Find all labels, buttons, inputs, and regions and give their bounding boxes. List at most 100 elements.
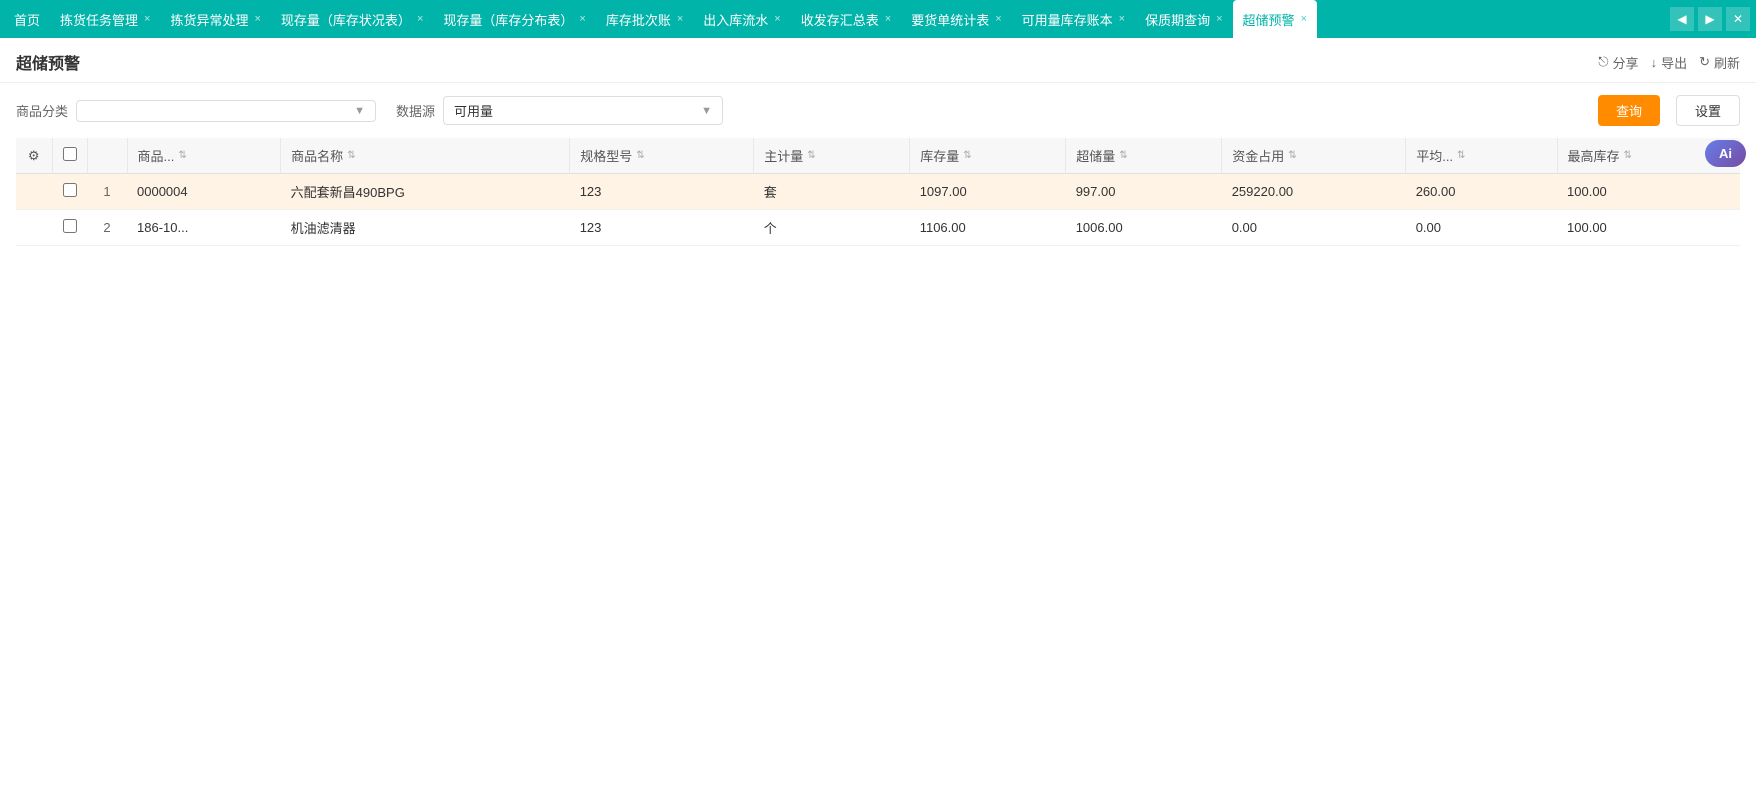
- page-title: 超储预警: [16, 50, 80, 74]
- query-button[interactable]: 查询: [1598, 95, 1660, 126]
- share-icon: ⎋: [1598, 54, 1608, 70]
- nav-item-inventory-dist[interactable]: 现存量（库存分布表） ×: [433, 0, 595, 38]
- nav-item-available[interactable]: 可用量库存账本 ×: [1012, 0, 1135, 38]
- data-source-select[interactable]: 可用量 ▼: [443, 96, 723, 125]
- product-category-label: 商品分类: [16, 101, 68, 120]
- table-container: ⚙ 商品... ⇅ 商品名称: [0, 138, 1756, 246]
- sort-icon-capital[interactable]: ⇅: [1288, 151, 1296, 161]
- nav-item-recv-summary[interactable]: 收发存汇总表 ×: [791, 0, 901, 38]
- ai-button[interactable]: Ai: [1705, 140, 1746, 167]
- share-button[interactable]: ⎋ 分享: [1598, 53, 1638, 72]
- data-source-value: 可用量: [454, 101, 493, 120]
- row-num: 1: [87, 174, 127, 210]
- nav-item-inventory-status[interactable]: 现存量（库存状况表） ×: [271, 0, 433, 38]
- nav-item-batch[interactable]: 库存批次账 ×: [596, 0, 693, 38]
- nav-close-all-btn[interactable]: ✕: [1726, 7, 1750, 31]
- page-content: 超储预警 ⎋ 分享 ↓ 导出 ↻ 刷新 商品分类 ▼ 数据源: [0, 38, 1756, 800]
- data-source-label: 数据源: [396, 101, 435, 120]
- row-overstock: 997.00: [1066, 174, 1222, 210]
- page-header: 超储预警 ⎋ 分享 ↓ 导出 ↻ 刷新: [0, 38, 1756, 83]
- col-overstock: 超储量 ⇅: [1066, 138, 1222, 174]
- row-settings-cell: [16, 174, 52, 210]
- row-max-inventory: 100.00: [1557, 210, 1740, 246]
- nav-item-order-stat[interactable]: 要货单统计表 ×: [901, 0, 1011, 38]
- export-button[interactable]: ↓ 导出: [1651, 53, 1688, 72]
- nav-prev-btn[interactable]: ◀: [1670, 7, 1694, 31]
- select-all-checkbox[interactable]: [63, 147, 77, 161]
- row-checkbox-0[interactable]: [63, 183, 77, 197]
- row-average: 260.00: [1406, 174, 1557, 210]
- col-inventory: 库存量 ⇅: [910, 138, 1066, 174]
- sort-icon-unit[interactable]: ⇅: [807, 151, 815, 161]
- row-capital: 259220.00: [1222, 174, 1406, 210]
- row-spec: 123: [570, 174, 754, 210]
- nav-arrows: ◀ ▶ ✕: [1668, 7, 1752, 31]
- table-row: 1 0000004 六配套新昌490BPG 123 套 1097.00 997.…: [16, 174, 1740, 210]
- nav-item-overstock[interactable]: 超储预警 ×: [1233, 0, 1317, 38]
- close-inventory-status[interactable]: ×: [417, 13, 423, 25]
- close-task-mgmt[interactable]: ×: [144, 13, 150, 25]
- header-actions: ⎋ 分享 ↓ 导出 ↻ 刷新: [1598, 53, 1740, 72]
- top-navigation: 首页 拣货任务管理 × 拣货异常处理 × 现存量（库存状况表） × 现存量（库存…: [0, 0, 1756, 38]
- close-inventory-dist[interactable]: ×: [579, 13, 585, 25]
- row-overstock: 1006.00: [1066, 210, 1222, 246]
- col-average: 平均... ⇅: [1406, 138, 1557, 174]
- sort-icon-average[interactable]: ⇅: [1457, 151, 1465, 161]
- row-product-name: 六配套新昌490BPG: [281, 174, 570, 210]
- col-checkbox: [52, 138, 87, 174]
- product-category-filter: 商品分类 ▼: [16, 100, 376, 122]
- close-overstock[interactable]: ×: [1301, 13, 1307, 25]
- row-product-code: 0000004: [127, 174, 281, 210]
- sort-icon-spec[interactable]: ⇅: [636, 151, 644, 161]
- table-header-row: ⚙ 商品... ⇅ 商品名称: [16, 138, 1740, 174]
- row-inventory: 1106.00: [910, 210, 1066, 246]
- table-row: 2 186-10... 机油滤清器 123 个 1106.00 1006.00 …: [16, 210, 1740, 246]
- close-quality[interactable]: ×: [1216, 13, 1222, 25]
- row-max-inventory: 100.00: [1557, 174, 1740, 210]
- nav-item-inout-flow[interactable]: 出入库流水 ×: [693, 0, 790, 38]
- data-source-filter: 数据源 可用量 ▼: [396, 96, 723, 125]
- close-inout-flow[interactable]: ×: [774, 13, 780, 25]
- sort-icon-inventory[interactable]: ⇅: [963, 151, 971, 161]
- chevron-down-icon-2: ▼: [701, 105, 712, 117]
- row-settings-cell: [16, 210, 52, 246]
- sort-icon-overstock[interactable]: ⇅: [1119, 151, 1127, 161]
- row-inventory: 1097.00: [910, 174, 1066, 210]
- row-capital: 0.00: [1222, 210, 1406, 246]
- col-num: [87, 138, 127, 174]
- close-batch[interactable]: ×: [677, 13, 683, 25]
- row-average: 0.00: [1406, 210, 1557, 246]
- close-recv-summary[interactable]: ×: [885, 13, 891, 25]
- product-category-select[interactable]: ▼: [76, 100, 376, 122]
- col-unit: 主计量 ⇅: [754, 138, 910, 174]
- col-product-name: 商品名称 ⇅: [281, 138, 570, 174]
- nav-next-btn[interactable]: ▶: [1698, 7, 1722, 31]
- overstock-table: ⚙ 商品... ⇅ 商品名称: [16, 138, 1740, 246]
- gear-icon[interactable]: ⚙: [28, 148, 40, 163]
- row-spec: 123: [570, 210, 754, 246]
- col-spec: 规格型号 ⇅: [570, 138, 754, 174]
- sort-icon-max-inventory[interactable]: ⇅: [1624, 151, 1632, 161]
- sort-icon-product-code[interactable]: ⇅: [178, 151, 186, 161]
- row-product-name: 机油滤清器: [281, 210, 570, 246]
- nav-item-exception[interactable]: 拣货异常处理 ×: [160, 0, 270, 38]
- settings-button[interactable]: 设置: [1676, 95, 1740, 126]
- close-available[interactable]: ×: [1119, 13, 1125, 25]
- row-unit: 套: [754, 174, 910, 210]
- nav-item-quality[interactable]: 保质期查询 ×: [1135, 0, 1232, 38]
- col-capital: 资金占用 ⇅: [1222, 138, 1406, 174]
- sort-icon-product-name[interactable]: ⇅: [347, 151, 355, 161]
- row-checkbox-1[interactable]: [63, 219, 77, 233]
- chevron-down-icon: ▼: [354, 105, 365, 117]
- nav-item-task-mgmt[interactable]: 拣货任务管理 ×: [50, 0, 160, 38]
- col-settings: ⚙: [16, 138, 52, 174]
- row-unit: 个: [754, 210, 910, 246]
- close-exception[interactable]: ×: [254, 13, 260, 25]
- nav-item-home[interactable]: 首页: [4, 0, 50, 38]
- refresh-icon: ↻: [1699, 54, 1710, 70]
- refresh-button[interactable]: ↻ 刷新: [1699, 53, 1740, 72]
- row-checkbox-cell[interactable]: [52, 174, 87, 210]
- row-checkbox-cell[interactable]: [52, 210, 87, 246]
- export-icon: ↓: [1651, 55, 1658, 70]
- close-order-stat[interactable]: ×: [995, 13, 1001, 25]
